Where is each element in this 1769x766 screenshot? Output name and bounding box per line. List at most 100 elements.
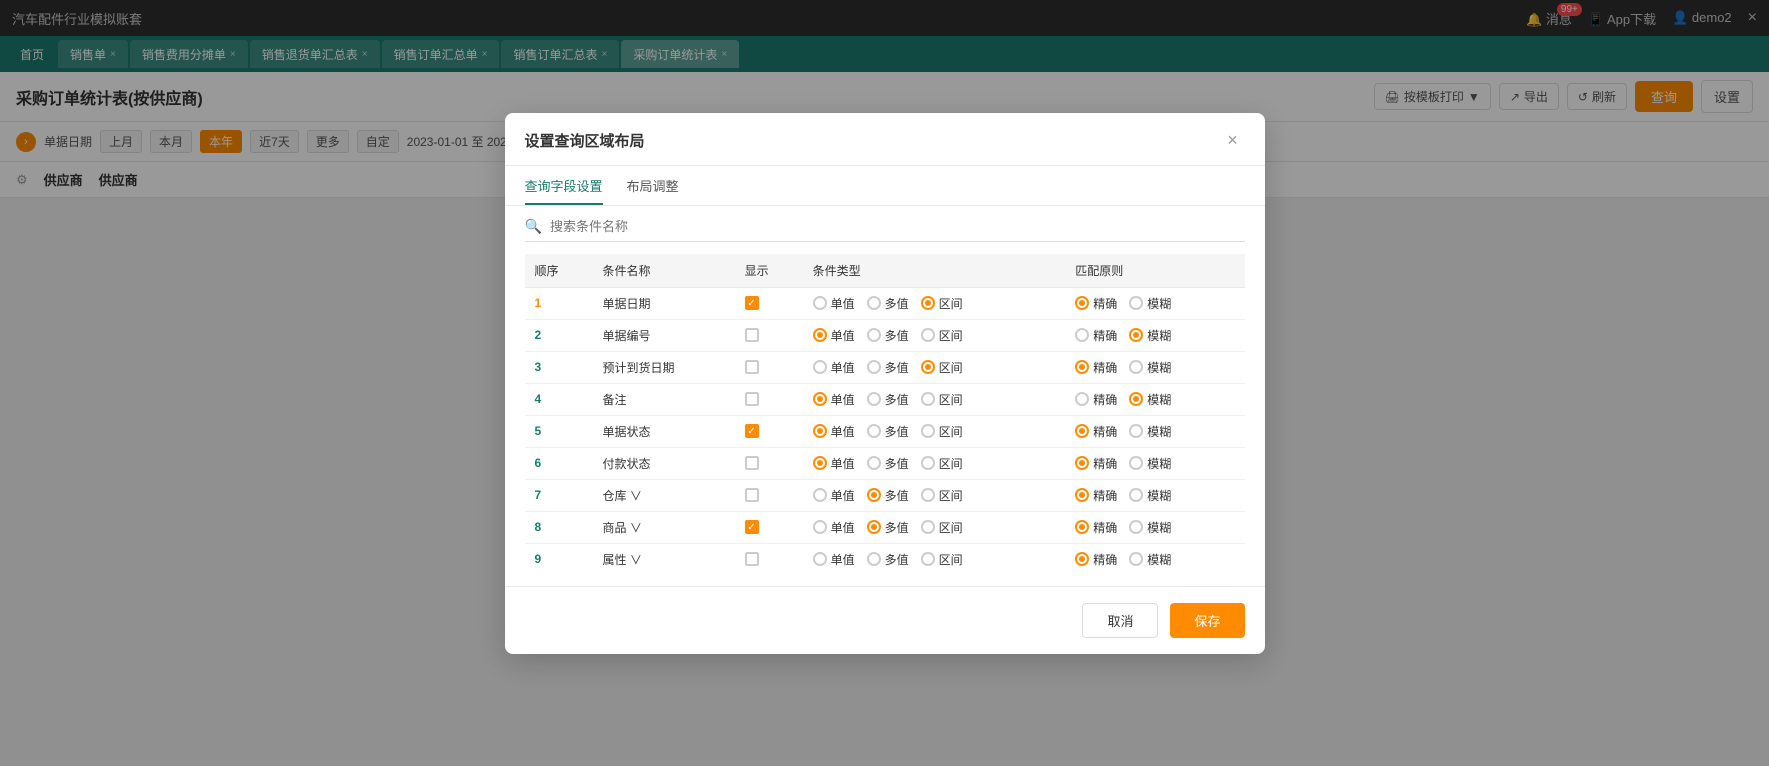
radio-circle (921, 328, 935, 342)
cond-type-multi[interactable]: 多值 (867, 519, 909, 536)
match-fuzzy[interactable]: 模糊 (1129, 327, 1171, 344)
cond-type-single[interactable]: 单值 (813, 519, 855, 536)
radio-circle (813, 328, 827, 342)
match-fuzzy[interactable]: 模糊 (1129, 295, 1171, 312)
match-precise[interactable]: 精确 (1075, 391, 1117, 408)
row-condition-name: 仓库 ∨ (592, 479, 734, 511)
row-match-cell: 精确模糊 (1065, 287, 1244, 319)
cond-type-single[interactable]: 单值 (813, 551, 855, 568)
match-precise[interactable]: 精确 (1075, 359, 1117, 376)
row-order: 9 (525, 543, 593, 574)
match-precise[interactable]: 精确 (1075, 455, 1117, 472)
dialog-title: 设置查询区域布局 (525, 130, 645, 151)
match-precise[interactable]: 精确 (1075, 423, 1117, 440)
cond-type-single[interactable]: 单值 (813, 295, 855, 312)
col-match: 匹配原则 (1065, 254, 1244, 288)
table-row: 3预计到货日期 单值多值区间 精确模糊 (525, 351, 1245, 383)
table-row: 7仓库 ∨单值多值区间精确模糊 (525, 479, 1245, 511)
save-button[interactable]: 保存 (1170, 603, 1244, 638)
radio-circle (1129, 488, 1143, 502)
radio-circle (1075, 456, 1089, 470)
cond-type-single[interactable]: 单值 (813, 487, 855, 504)
display-checkbox[interactable] (745, 488, 759, 502)
row-display-cell: ✓ (735, 287, 803, 319)
radio-circle (867, 520, 881, 534)
match-fuzzy[interactable]: 模糊 (1129, 359, 1171, 376)
radio-circle (867, 392, 881, 406)
search-input[interactable] (550, 219, 1245, 234)
display-checkbox[interactable]: ✓ (745, 296, 759, 310)
display-checkbox[interactable]: ✓ (745, 424, 759, 438)
cond-type-multi[interactable]: 多值 (867, 551, 909, 568)
tab-query-fields[interactable]: 查询字段设置 (525, 166, 603, 205)
cancel-button[interactable]: 取消 (1082, 603, 1158, 638)
radio-circle (921, 552, 935, 566)
cond-type-single[interactable]: 单值 (813, 391, 855, 408)
display-checkbox[interactable] (745, 392, 759, 406)
match-precise[interactable]: 精确 (1075, 295, 1117, 312)
cond-type-multi[interactable]: 多值 (867, 487, 909, 504)
cond-type-multi[interactable]: 多值 (867, 391, 909, 408)
cond-type-multi[interactable]: 多值 (867, 423, 909, 440)
dialog-tabs: 查询字段设置 布局调整 (505, 166, 1265, 206)
row-order: 4 (525, 383, 593, 415)
row-order: 2 (525, 319, 593, 351)
match-precise[interactable]: 精确 (1075, 519, 1117, 536)
cond-type-range[interactable]: 区间 (921, 295, 963, 312)
radio-circle (1075, 392, 1089, 406)
row-order: 1 (525, 287, 593, 319)
row-match-cell: 精确模糊 (1065, 319, 1244, 351)
cond-type-range[interactable]: 区间 (921, 487, 963, 504)
match-precise[interactable]: 精确 (1075, 551, 1117, 568)
match-fuzzy[interactable]: 模糊 (1129, 455, 1171, 472)
radio-circle (867, 456, 881, 470)
col-name: 条件名称 (592, 254, 734, 288)
conditions-table: 顺序 条件名称 显示 条件类型 匹配原则 1单据日期✓单值多值区间精确模糊2单据… (525, 254, 1245, 574)
row-display-cell (735, 383, 803, 415)
cond-type-range[interactable]: 区间 (921, 551, 963, 568)
match-fuzzy[interactable]: 模糊 (1129, 551, 1171, 568)
radio-circle (1075, 424, 1089, 438)
match-precise[interactable]: 精确 (1075, 327, 1117, 344)
dialog-close-button[interactable]: × (1221, 129, 1245, 153)
match-fuzzy[interactable]: 模糊 (1129, 391, 1171, 408)
cond-type-single[interactable]: 单值 (813, 359, 855, 376)
row-cond-type-cell: 单值多值区间 (803, 543, 1066, 574)
cond-type-multi[interactable]: 多值 (867, 327, 909, 344)
cond-type-multi[interactable]: 多值 (867, 455, 909, 472)
display-checkbox[interactable] (745, 456, 759, 470)
radio-circle (813, 488, 827, 502)
cond-type-range[interactable]: 区间 (921, 519, 963, 536)
radio-circle (921, 296, 935, 310)
display-checkbox[interactable] (745, 552, 759, 566)
display-checkbox[interactable] (745, 328, 759, 342)
radio-circle (867, 328, 881, 342)
tab-layout-adjust[interactable]: 布局调整 (627, 166, 679, 205)
table-row: 4备注单值多值区间精确模糊 (525, 383, 1245, 415)
match-fuzzy[interactable]: 模糊 (1129, 519, 1171, 536)
cond-type-range[interactable]: 区间 (921, 327, 963, 344)
row-order: 8 (525, 511, 593, 543)
match-fuzzy[interactable]: 模糊 (1129, 487, 1171, 504)
radio-circle (1129, 552, 1143, 566)
row-order: 5 (525, 415, 593, 447)
cond-type-single[interactable]: 单值 (813, 455, 855, 472)
cond-type-multi[interactable]: 多值 (867, 359, 909, 376)
settings-dialog: 设置查询区域布局 × 查询字段设置 布局调整 🔍 顺序 条件名称 (505, 113, 1265, 654)
cond-type-single[interactable]: 单值 (813, 327, 855, 344)
cond-type-range[interactable]: 区间 (921, 359, 963, 376)
match-precise[interactable]: 精确 (1075, 487, 1117, 504)
match-fuzzy[interactable]: 模糊 (1129, 423, 1171, 440)
row-order: 3 (525, 351, 593, 383)
row-display-cell: ✓ (735, 415, 803, 447)
row-display-cell (735, 479, 803, 511)
cond-type-multi[interactable]: 多值 (867, 295, 909, 312)
display-checkbox[interactable]: ✓ (745, 520, 759, 534)
row-condition-name: 预计到货日期 (592, 351, 734, 383)
cond-type-range[interactable]: 区间 (921, 455, 963, 472)
display-checkbox[interactable] (745, 360, 759, 374)
cond-type-range[interactable]: 区间 (921, 391, 963, 408)
radio-circle (1129, 296, 1143, 310)
cond-type-single[interactable]: 单值 (813, 423, 855, 440)
cond-type-range[interactable]: 区间 (921, 423, 963, 440)
